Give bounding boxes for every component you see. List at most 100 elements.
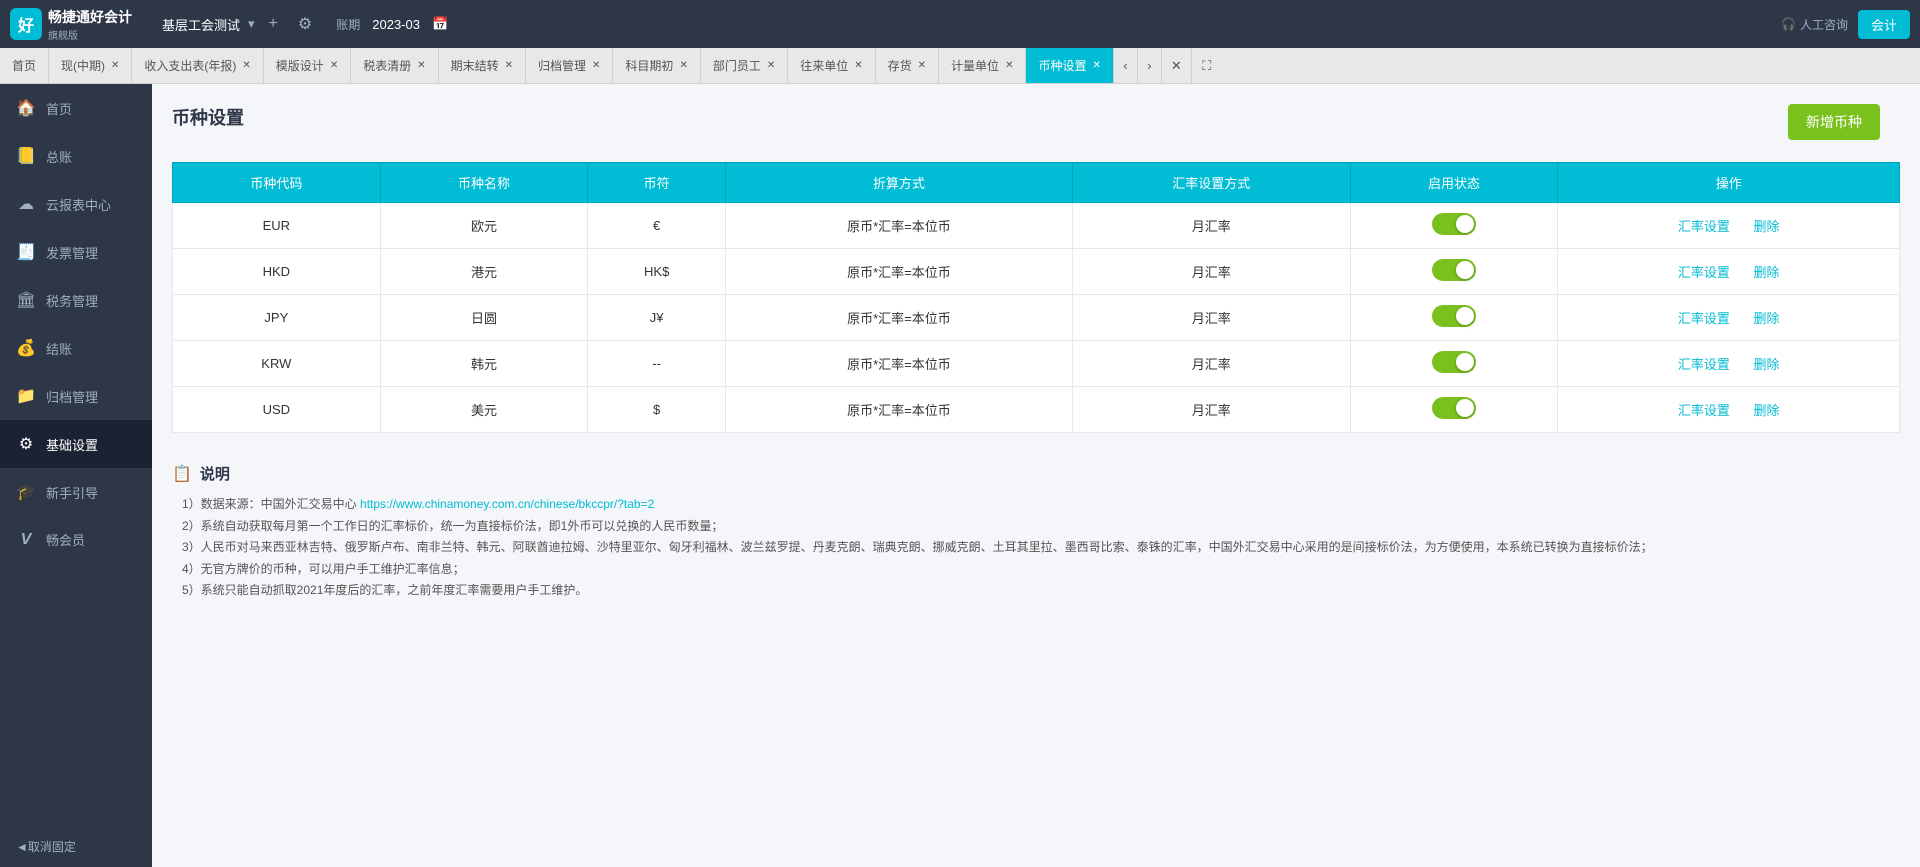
tab-close-icon[interactable]: ✕ [854, 60, 862, 71]
tab-inventory[interactable]: 存货 ✕ [876, 48, 939, 83]
headset-icon: 🎧 [1781, 17, 1796, 31]
sidebar-item-invoice[interactable]: 🧾 发票管理 [0, 228, 152, 276]
tab-annual-report[interactable]: 收入支出表(年报) ✕ [132, 48, 263, 83]
support-button[interactable]: 🎧 人工咨询 [1781, 16, 1848, 33]
cell-name: 韩元 [380, 341, 588, 387]
delete-button[interactable]: 删除 [1754, 219, 1780, 234]
toggle-knob [1456, 399, 1474, 417]
tab-close-icon[interactable]: ✕ [592, 60, 600, 71]
new-currency-button[interactable]: 新增币种 [1788, 104, 1880, 140]
home-icon: 🏠 [16, 98, 36, 118]
sidebar-bottom: ◄取消固定 [0, 826, 152, 867]
enable-toggle[interactable] [1432, 305, 1476, 327]
cell-toggle [1350, 387, 1558, 433]
notes-item: 3）人民币对马来西亚林吉特、俄罗斯卢布、南非兰特、韩元、阿联酋迪拉姆、沙特里亚尔… [182, 537, 1900, 559]
sidebar-item-ledger[interactable]: 📒 总账 [0, 132, 152, 180]
sidebar-item-guide[interactable]: 🎓 新手引导 [0, 468, 152, 516]
cell-actions: 汇率设置 删除 [1558, 295, 1900, 341]
col-code: 币种代码 [173, 163, 381, 203]
enable-toggle[interactable] [1432, 351, 1476, 373]
tab-counterparty[interactable]: 往来单位 ✕ [788, 48, 875, 83]
cell-code: USD [173, 387, 381, 433]
cell-code: KRW [173, 341, 381, 387]
toggle-knob [1456, 353, 1474, 371]
guide-icon: 🎓 [16, 482, 36, 502]
rate-setting-button[interactable]: 汇率设置 [1678, 219, 1730, 234]
tab-archive[interactable]: 归档管理 ✕ [526, 48, 613, 83]
content-wrapper: 币种设置 新增币种 币种代码 币种名称 币符 折算方式 汇率设置方式 启用状态 … [172, 104, 1900, 602]
cell-calc: 原币*汇率=本位币 [725, 249, 1072, 295]
enable-toggle[interactable] [1432, 213, 1476, 235]
account-button[interactable]: 会计 [1858, 10, 1910, 39]
settings-icon[interactable]: ⚙ [298, 14, 312, 34]
col-action: 操作 [1558, 163, 1900, 203]
sidebar-item-reports[interactable]: ☁ 云报表中心 [0, 180, 152, 228]
rate-setting-button[interactable]: 汇率设置 [1678, 311, 1730, 326]
tab-home[interactable]: 首页 [0, 48, 49, 83]
tab-close-icon[interactable]: ✕ [505, 60, 513, 71]
tab-template-design[interactable]: 模版设计 ✕ [264, 48, 351, 83]
tab-close-icon[interactable]: ✕ [242, 60, 250, 71]
rate-setting-button[interactable]: 汇率设置 [1678, 357, 1730, 372]
table-row: USD 美元 $ 原币*汇率=本位币 月汇率 汇率设置 删除 [173, 387, 1900, 433]
enable-toggle[interactable] [1432, 259, 1476, 281]
tab-dept-staff[interactable]: 部门员工 ✕ [701, 48, 788, 83]
table-row: EUR 欧元 € 原币*汇率=本位币 月汇率 汇率设置 删除 [173, 203, 1900, 249]
tab-prev-button[interactable]: ‹ [1114, 48, 1138, 83]
tab-close-icon[interactable]: ✕ [679, 60, 687, 71]
tab-close-icon[interactable]: ✕ [417, 60, 425, 71]
toggle-knob [1456, 261, 1474, 279]
cell-code: EUR [173, 203, 381, 249]
tab-close-icon[interactable]: ✕ [767, 60, 775, 71]
sidebar-item-settlement[interactable]: 💰 结账 [0, 324, 152, 372]
delete-button[interactable]: 删除 [1754, 311, 1780, 326]
enable-toggle[interactable] [1432, 397, 1476, 419]
delete-button[interactable]: 删除 [1754, 403, 1780, 418]
expand-tabs-button[interactable]: ⛶ [1192, 48, 1222, 83]
app-name: 畅捷通好会计 [48, 7, 132, 27]
close-all-tabs-button[interactable]: ✕ [1162, 48, 1192, 83]
sidebar-item-member[interactable]: V 畅会员 [0, 516, 152, 563]
settings-icon: ⚙ [16, 434, 36, 454]
notes-icon: 📋 [172, 464, 192, 484]
sidebar-item-tax[interactable]: 🏛 税务管理 [0, 276, 152, 324]
tab-next-button[interactable]: › [1138, 48, 1162, 83]
notes-list: 1）数据来源：中国外汇交易中心 https://www.chinamoney.c… [172, 494, 1900, 602]
table-row: JPY 日圆 J¥ 原币*汇率=本位币 月汇率 汇率设置 删除 [173, 295, 1900, 341]
tab-subject-init[interactable]: 科目期初 ✕ [613, 48, 700, 83]
cell-rate-type: 月汇率 [1072, 387, 1350, 433]
currency-table: 币种代码 币种名称 币符 折算方式 汇率设置方式 启用状态 操作 EUR 欧元 [172, 162, 1900, 433]
sidebar-item-settings[interactable]: ⚙ 基础设置 [0, 420, 152, 468]
rate-setting-button[interactable]: 汇率设置 [1678, 403, 1730, 418]
tab-close-icon[interactable]: ✕ [1005, 60, 1013, 71]
sidebar-item-archive[interactable]: 📁 归档管理 [0, 372, 152, 420]
tab-close-icon[interactable]: ✕ [918, 60, 926, 71]
tab-close-icon[interactable]: ✕ [111, 60, 119, 71]
unpin-sidebar-button[interactable]: ◄取消固定 [16, 838, 136, 855]
notes-item: 4）无官方牌价的币种，可以用户手工维护汇率信息； [182, 559, 1900, 581]
member-icon: V [16, 531, 36, 549]
tab-unit[interactable]: 计量单位 ✕ [939, 48, 1026, 83]
delete-button[interactable]: 删除 [1754, 265, 1780, 280]
tab-tax-table[interactable]: 税表清册 ✕ [351, 48, 438, 83]
invoice-icon: 🧾 [16, 242, 36, 262]
rate-setting-button[interactable]: 汇率设置 [1678, 265, 1730, 280]
archive-icon: 📁 [16, 386, 36, 406]
sidebar-item-home[interactable]: 🏠 首页 [0, 84, 152, 132]
tab-mid-period[interactable]: 现(中期) ✕ [49, 48, 132, 83]
notes-item: 5）系统只能自动抓取2021年度后的汇率，之前年度汇率需要用户手工维护。 [182, 580, 1900, 602]
add-tab-button[interactable]: + [269, 15, 278, 33]
tab-period-close[interactable]: 期末结转 ✕ [439, 48, 526, 83]
col-calc: 折算方式 [725, 163, 1072, 203]
settlement-icon: 💰 [16, 338, 36, 358]
tab-currency[interactable]: 币种设置 ✕ [1026, 48, 1113, 83]
tab-close-icon[interactable]: ✕ [330, 60, 338, 71]
delete-button[interactable]: 删除 [1754, 357, 1780, 372]
cell-symbol: € [588, 203, 726, 249]
tab-close-active-icon[interactable]: ✕ [1092, 60, 1100, 71]
cell-calc: 原币*汇率=本位币 [725, 341, 1072, 387]
toggle-knob [1456, 307, 1474, 325]
calendar-icon[interactable]: 📅 [432, 16, 448, 32]
notes-link[interactable]: https://www.chinamoney.com.cn/chinese/bk… [360, 497, 654, 511]
project-dropdown-icon[interactable]: ▾ [248, 16, 255, 32]
